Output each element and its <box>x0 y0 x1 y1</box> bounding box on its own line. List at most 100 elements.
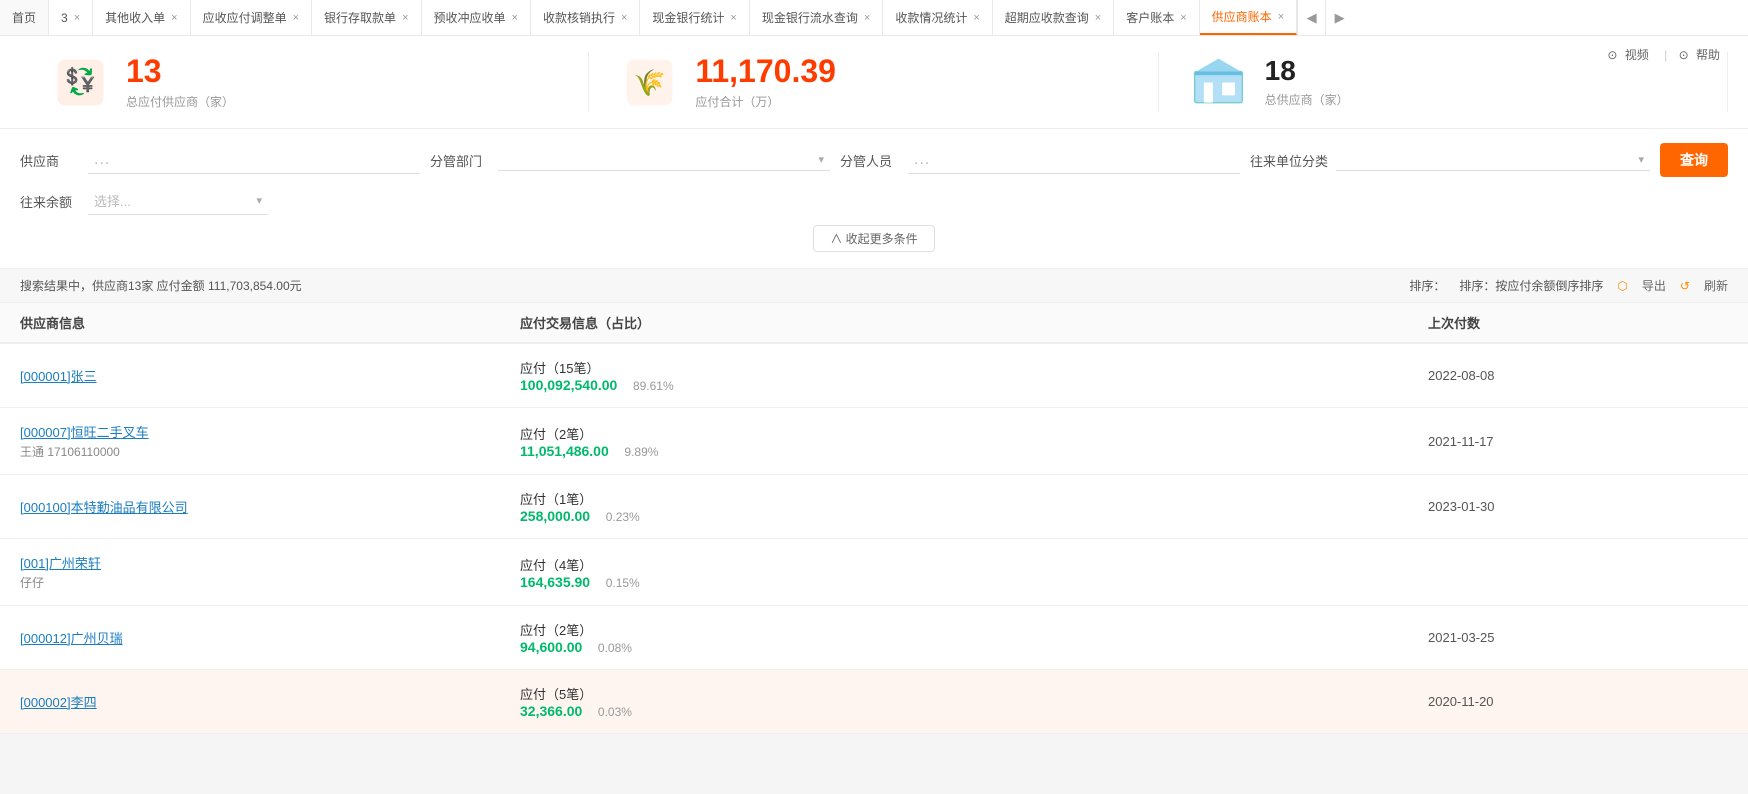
supplier-info-cell: [001]广州荣轩 仔仔 <box>20 553 520 591</box>
collapse-btn-row: ∧ 收起更多条件 <box>20 225 1728 252</box>
nav-tab-cash-bank-flow[interactable]: 现金银行流水查询 × <box>750 0 883 35</box>
supplier-sub: 王通 17106110000 <box>20 443 520 460</box>
unit-class-filter: 往来单位分类 ▾ <box>1250 149 1650 171</box>
table-header: 供应商信息 应付交易信息（占比） 上次付数 <box>0 303 1748 344</box>
tx-amount: 100,092,540.00 <box>520 377 617 393</box>
supplier-sub: 仔仔 <box>20 574 520 591</box>
query-button[interactable]: 查询 <box>1660 143 1728 177</box>
tx-count: 应付（1笔） <box>520 489 1428 508</box>
dept-dropdown-arrow-icon: ▾ <box>818 153 824 166</box>
results-right-actions: 排序： 排序：按应付余额倒序排序 ⬡ 导出 ↺ 刷新 <box>1409 277 1728 294</box>
nav-tab-bank-deposit[interactable]: 银行存取款单 × <box>312 0 421 35</box>
summary-card-suppliers: 💱 13 总应付供应商（家） <box>20 52 589 112</box>
amount-icon: 🌾 <box>619 52 679 112</box>
supplier-name-link[interactable]: [000002]李四 <box>20 692 520 711</box>
tx-amount: 11,051,486.00 <box>520 443 609 459</box>
last-pay-cell: 2021-11-17 <box>1428 434 1728 449</box>
close-icon[interactable]: × <box>730 12 736 24</box>
balance-filter-label: 往来余额 <box>20 192 80 211</box>
sort-select[interactable]: 排序：按应付余额倒序排序 <box>1459 277 1603 294</box>
close-icon[interactable]: × <box>512 12 518 24</box>
close-icon[interactable]: × <box>1095 12 1101 24</box>
tx-amount: 94,600.00 <box>520 639 582 655</box>
video-link[interactable]: ⊙ 视频 <box>1607 48 1652 62</box>
tx-count: 应付（4笔） <box>520 555 1428 574</box>
tx-info-cell: 应付（4笔） 164,635.90 0.15% <box>520 555 1428 590</box>
supplier-filter-input[interactable]: ... <box>88 147 420 174</box>
nav-tab-collection-stat-label: 收款情况统计 <box>895 9 967 26</box>
balance-placeholder: 选择... <box>94 191 131 210</box>
nav-tab-customer-ledger-label: 客户账本 <box>1126 9 1174 26</box>
supplier-name-link[interactable]: [000012]广州贝瑞 <box>20 628 520 647</box>
tx-amount: 258,000.00 <box>520 508 590 524</box>
unit-class-filter-input[interactable]: ▾ <box>1336 149 1650 171</box>
nav-tab-prepay-label: 预收冲应收单 <box>434 9 506 26</box>
dept-filter-input[interactable]: ▾ <box>498 149 830 171</box>
supplier-info-cell: [000001]张三 <box>20 366 520 385</box>
nav-tab-home[interactable]: 首页 <box>0 0 49 35</box>
supplier-info-cell: [000007]恒旺二手叉车 王通 17106110000 <box>20 422 520 460</box>
supplier-name-link[interactable]: [001]广州荣轩 <box>20 553 520 572</box>
person-filter-input[interactable]: ... <box>908 147 1240 174</box>
nav-tab-3[interactable]: 3 × <box>49 0 93 35</box>
table-row: [000001]张三 应付（15笔） 100,092,540.00 89.61%… <box>0 344 1748 408</box>
supplier-name-link[interactable]: [000100]本特勤油品有限公司 <box>20 497 520 516</box>
close-icon[interactable]: × <box>1180 12 1186 24</box>
total-supplier-count-label: 总供应商（家） <box>1265 91 1349 108</box>
results-summary: 搜索结果中，供应商13家 应付金额 111,703,854.00元 <box>20 277 302 294</box>
unit-class-dropdown-arrow-icon: ▾ <box>1638 153 1644 166</box>
table-row: [000007]恒旺二手叉车 王通 17106110000 应付（2笔） 11,… <box>0 408 1748 475</box>
export-button[interactable]: 导出 <box>1642 277 1666 294</box>
sort-label: 排序： <box>1409 277 1445 294</box>
close-icon[interactable]: × <box>74 12 80 24</box>
refresh-button[interactable]: 刷新 <box>1704 277 1728 294</box>
close-icon[interactable]: × <box>621 12 627 24</box>
nav-tab-bank-deposit-label: 银行存取款单 <box>324 9 396 26</box>
col-header-supplier: 供应商信息 <box>20 313 520 332</box>
nav-prev-arrow[interactable]: ◀ <box>1297 0 1325 35</box>
nav-next-arrow[interactable]: ▶ <box>1325 0 1353 35</box>
refresh-icon: ↺ <box>1680 279 1690 293</box>
data-table: 供应商信息 应付交易信息（占比） 上次付数 [000001]张三 应付（15笔）… <box>0 303 1748 734</box>
person-filter-label: 分管人员 <box>840 151 900 170</box>
nav-tab-cash-bank-stat-label: 现金银行统计 <box>652 9 724 26</box>
close-icon[interactable]: × <box>1278 11 1284 23</box>
col-header-lastpay: 上次付数 <box>1428 313 1728 332</box>
dept-filter-label: 分管部门 <box>430 151 490 170</box>
close-icon[interactable]: × <box>864 12 870 24</box>
last-pay-cell: 2022-08-08 <box>1428 368 1728 383</box>
nav-tab-cash-bank-stat[interactable]: 现金银行统计 × <box>640 0 749 35</box>
nav-tab-customer-ledger[interactable]: 客户账本 × <box>1114 0 1199 35</box>
nav-tab-supplier-ledger[interactable]: 供应商账本 × <box>1200 0 1297 35</box>
supplier-name-link[interactable]: [000001]张三 <box>20 366 520 385</box>
supplier-count-value: 13 <box>126 54 234 89</box>
close-icon[interactable]: × <box>402 12 408 24</box>
nav-tab-cash-bank-flow-label: 现金银行流水查询 <box>762 9 858 26</box>
tx-count: 应付（5笔） <box>520 684 1428 703</box>
tx-count: 应付（2笔） <box>520 424 1428 443</box>
close-icon[interactable]: × <box>171 12 177 24</box>
tx-count: 应付（15笔） <box>520 358 1428 377</box>
nav-tab-payment-exec[interactable]: 收款核销执行 × <box>531 0 640 35</box>
supplier-info-cell: [000012]广州贝瑞 <box>20 628 520 647</box>
supplier-filter-label: 供应商 <box>20 151 80 170</box>
help-link[interactable]: ⊙ 帮助 <box>1679 48 1724 62</box>
table-row: [000012]广州贝瑞 应付（2笔） 94,600.00 0.08% 2021… <box>0 606 1748 670</box>
close-icon[interactable]: × <box>973 12 979 24</box>
collapse-button[interactable]: ∧ 收起更多条件 <box>813 225 934 252</box>
nav-tab-prepay[interactable]: 预收冲应收单 × <box>422 0 531 35</box>
balance-filter: 往来余额 选择... ▾ <box>20 187 1728 215</box>
nav-tab-home-label: 首页 <box>12 9 36 26</box>
tx-info-cell: 应付（2笔） 94,600.00 0.08% <box>520 620 1428 655</box>
tx-percent: 0.23% <box>606 510 640 524</box>
close-icon[interactable]: × <box>293 12 299 24</box>
balance-filter-input[interactable]: 选择... ▾ <box>88 187 268 215</box>
store-icon <box>1189 52 1249 112</box>
nav-tab-overdue-query[interactable]: 超期应收款查询 × <box>993 0 1114 35</box>
nav-tab-collection-stat[interactable]: 收款情况统计 × <box>883 0 992 35</box>
nav-tab-ar-ap-adjust[interactable]: 应收应付调整单 × <box>191 0 312 35</box>
tx-info-cell: 应付（5笔） 32,366.00 0.03% <box>520 684 1428 719</box>
tx-info-cell: 应付（15笔） 100,092,540.00 89.61% <box>520 358 1428 393</box>
supplier-name-link[interactable]: [000007]恒旺二手叉车 <box>20 422 520 441</box>
nav-tab-other-income[interactable]: 其他收入单 × <box>93 0 190 35</box>
